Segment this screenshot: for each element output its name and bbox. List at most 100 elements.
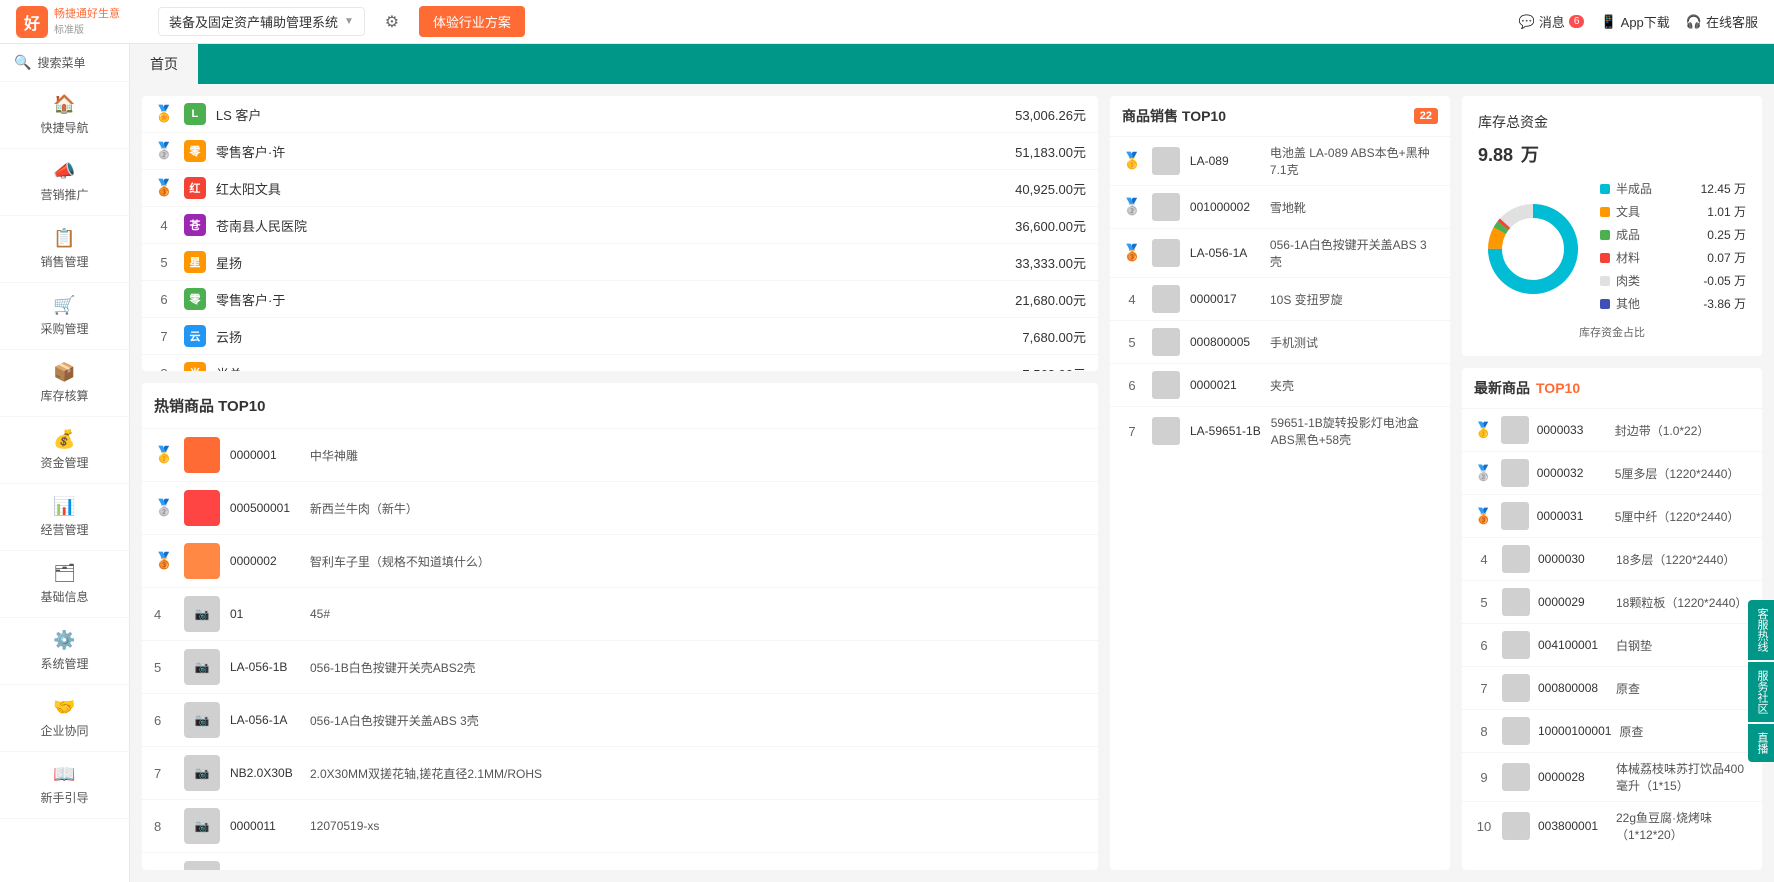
corp-icon: 🤝 (53, 697, 75, 718)
donut-svg (1478, 194, 1588, 304)
customer-row: 4 苍 苍南县人民医院 36,600.00元 (142, 207, 1098, 244)
sales-medal-silver-icon: 🥈 (1122, 197, 1142, 217)
product-name: 056-1A白色按键开关盖ABS 3壳 (310, 712, 1086, 729)
sidebar-item-quicknav[interactable]: 🏠 快捷导航 (0, 82, 129, 149)
product-row: 9 📷 KK-SD22110H 花语萌恒温分离睡袋（厚款） (142, 853, 1098, 870)
sidebar-search-label: 搜索菜单 (37, 54, 85, 71)
main-layout: 🔍 搜索菜单 🏠 快捷导航 📣 营销推广 📋 销售管理 🛒 采购管理 📦 库存核… (0, 44, 1774, 882)
tab-home[interactable]: 首页 (130, 44, 198, 84)
product-image-placeholder: 📷 (184, 702, 220, 738)
new-product-name: 原查 (1616, 680, 1750, 697)
customer-name: 红太阳文具 (216, 179, 1005, 198)
new-product-medal-bronze: 🥉 (1474, 507, 1493, 525)
sidebar-finance-label: 资金管理 (40, 454, 88, 471)
customer-row: 8 肖 肖总 7,563.00元 (142, 355, 1098, 371)
sales-product-img (1152, 328, 1180, 356)
sidebar-item-guide[interactable]: 📖 新手引导 (0, 752, 129, 819)
legend-item-value: 12.45 万 (1701, 180, 1746, 197)
page-content: 🏅 L LS 客户 53,006.26元 🥈 零 零售客户·许 51,183.0… (130, 84, 1774, 882)
sidebar-marketing-label: 营销推广 (40, 186, 88, 203)
float-btn-service[interactable]: 客服热线 (1748, 600, 1774, 660)
customer-amount: 33,333.00元 (1015, 253, 1086, 272)
product-image-placeholder: 📷 (184, 808, 220, 844)
product-code: NB2.0X30B (230, 766, 300, 780)
customer-row: 🥉 红 红太阳文具 40,925.00元 (142, 170, 1098, 207)
new-product-name: 封边带（1.0*22） (1615, 422, 1750, 439)
new-product-rank: 7 (1474, 681, 1494, 696)
sidebar-item-basic[interactable]: 🗂 基础信息 (0, 551, 129, 618)
inventory-card: 库存总资金 9.88 万 (1462, 96, 1762, 356)
new-product-row: 8 10000100001 原查 (1462, 710, 1762, 753)
logo-icon: 好 (16, 6, 48, 38)
message-button[interactable]: 💬 消息 6 (1519, 12, 1585, 31)
new-product-rank: 5 (1474, 595, 1494, 610)
new-products-card: 最新商品 TOP10 🥇 0000033 封边带（1.0*22） 🥈 00000… (1462, 368, 1762, 870)
legend-item-name: 成品 (1616, 226, 1701, 243)
product-name: 中华神雕 (310, 447, 1086, 464)
legend-area: 半成品 12.45 万 文具 1.01 万 成品 0.25 万 材料 0.07 … (1600, 180, 1746, 318)
product-code: 0000001 (230, 448, 300, 462)
sidebar-item-inventory[interactable]: 📦 库存核算 (0, 350, 129, 417)
sales-ranking-header: 商品销售 TOP10 22 (1110, 96, 1450, 137)
new-product-img (1502, 545, 1530, 573)
logo-area: 好 畅捷通好生意 标准版 (16, 6, 146, 38)
sidebar-item-finance[interactable]: 💰 资金管理 (0, 417, 129, 484)
new-product-code: 000800008 (1538, 681, 1608, 695)
legend-item: 文具 1.01 万 (1600, 203, 1746, 220)
system-icon: ⚙️ (53, 630, 75, 651)
sales-icon: 📋 (53, 228, 75, 249)
new-product-code: 0000031 (1537, 509, 1607, 523)
trial-button[interactable]: 体验行业方案 (419, 6, 525, 37)
product-image (184, 437, 220, 473)
sidebar-item-search[interactable]: 🔍 搜索菜单 (0, 44, 129, 82)
system-selector[interactable]: 装备及固定资产辅助管理系统 ▼ (158, 7, 365, 36)
new-product-code: 004100001 (1538, 638, 1608, 652)
new-product-code: 0000030 (1538, 552, 1608, 566)
legend-item-value: -0.05 万 (1703, 272, 1746, 289)
headset-icon: 🎧 (1686, 14, 1702, 30)
sidebar-item-sales[interactable]: 📋 销售管理 (0, 216, 129, 283)
sidebar-item-operations[interactable]: 📊 经营管理 (0, 484, 129, 551)
online-service-button[interactable]: 🎧 在线客服 (1686, 12, 1758, 31)
sales-product-img (1152, 239, 1180, 267)
legend-item: 肉类 -0.05 万 (1600, 272, 1746, 289)
legend-item-value: 0.07 万 (1707, 249, 1746, 266)
sales-product-name: 雪地靴 (1270, 199, 1438, 216)
sales-product-img (1152, 285, 1180, 313)
sales-product-code: 000800005 (1190, 335, 1260, 349)
customer-badge: L (184, 103, 206, 125)
hot-products-title: 热销商品 TOP10 (142, 383, 1098, 429)
chart-label: 库存资金占比 (1478, 324, 1746, 340)
sidebar-item-system[interactable]: ⚙️ 系统管理 (0, 618, 129, 685)
customer-name: 肖总 (216, 364, 1012, 372)
legend-item-value: 1.01 万 (1707, 203, 1746, 220)
inventory-amount-value: 9.88 (1478, 145, 1513, 165)
customer-name: 云扬 (216, 327, 1012, 346)
sidebar-item-corp[interactable]: 🤝 企业协同 (0, 685, 129, 752)
sales-product-code: LA-59651-1B (1190, 424, 1261, 438)
new-products-list: 🥇 0000033 封边带（1.0*22） 🥈 0000032 5厘多层（122… (1462, 409, 1762, 850)
sales-product-row: 🥈 001000002 雪地靴 (1110, 186, 1450, 229)
float-btn-community[interactable]: 服务社区 (1748, 662, 1774, 722)
product-row: 6 📷 LA-056-1A 056-1A白色按键开关盖ABS 3壳 (142, 694, 1098, 747)
sidebar-item-marketing[interactable]: 📣 营销推广 (0, 149, 129, 216)
legend-item-value: -3.86 万 (1703, 295, 1746, 312)
settings-icon[interactable]: ⚙ (377, 7, 407, 37)
customer-amount: 40,925.00元 (1015, 179, 1086, 198)
phone-icon: 📱 (1600, 14, 1616, 30)
new-product-row: 6 004100001 白钢垫 (1462, 624, 1762, 667)
sidebar: 🔍 搜索菜单 🏠 快捷导航 📣 营销推广 📋 销售管理 🛒 采购管理 📦 库存核… (0, 44, 130, 882)
rank-medal-icon: 🥉 (154, 551, 174, 571)
new-product-name: 18多层（1220*2440） (1616, 551, 1750, 568)
sidebar-item-purchase[interactable]: 🛒 采购管理 (0, 283, 129, 350)
new-product-row: 7 000800008 原查 (1462, 667, 1762, 710)
product-rank-num: 7 (154, 766, 174, 781)
product-name: 新西兰牛肉（新牛） (310, 500, 1086, 517)
product-code: LA-056-1B (230, 660, 300, 674)
new-product-img (1502, 763, 1530, 791)
app-download-button[interactable]: 📱 App下载 (1600, 12, 1669, 31)
float-btn-live[interactable]: 直播 (1748, 724, 1774, 762)
legend-item-name: 半成品 (1616, 180, 1695, 197)
sidebar-corp-label: 企业协同 (40, 722, 88, 739)
product-name: 智利车子里（规格不知道填什么） (310, 553, 1086, 570)
